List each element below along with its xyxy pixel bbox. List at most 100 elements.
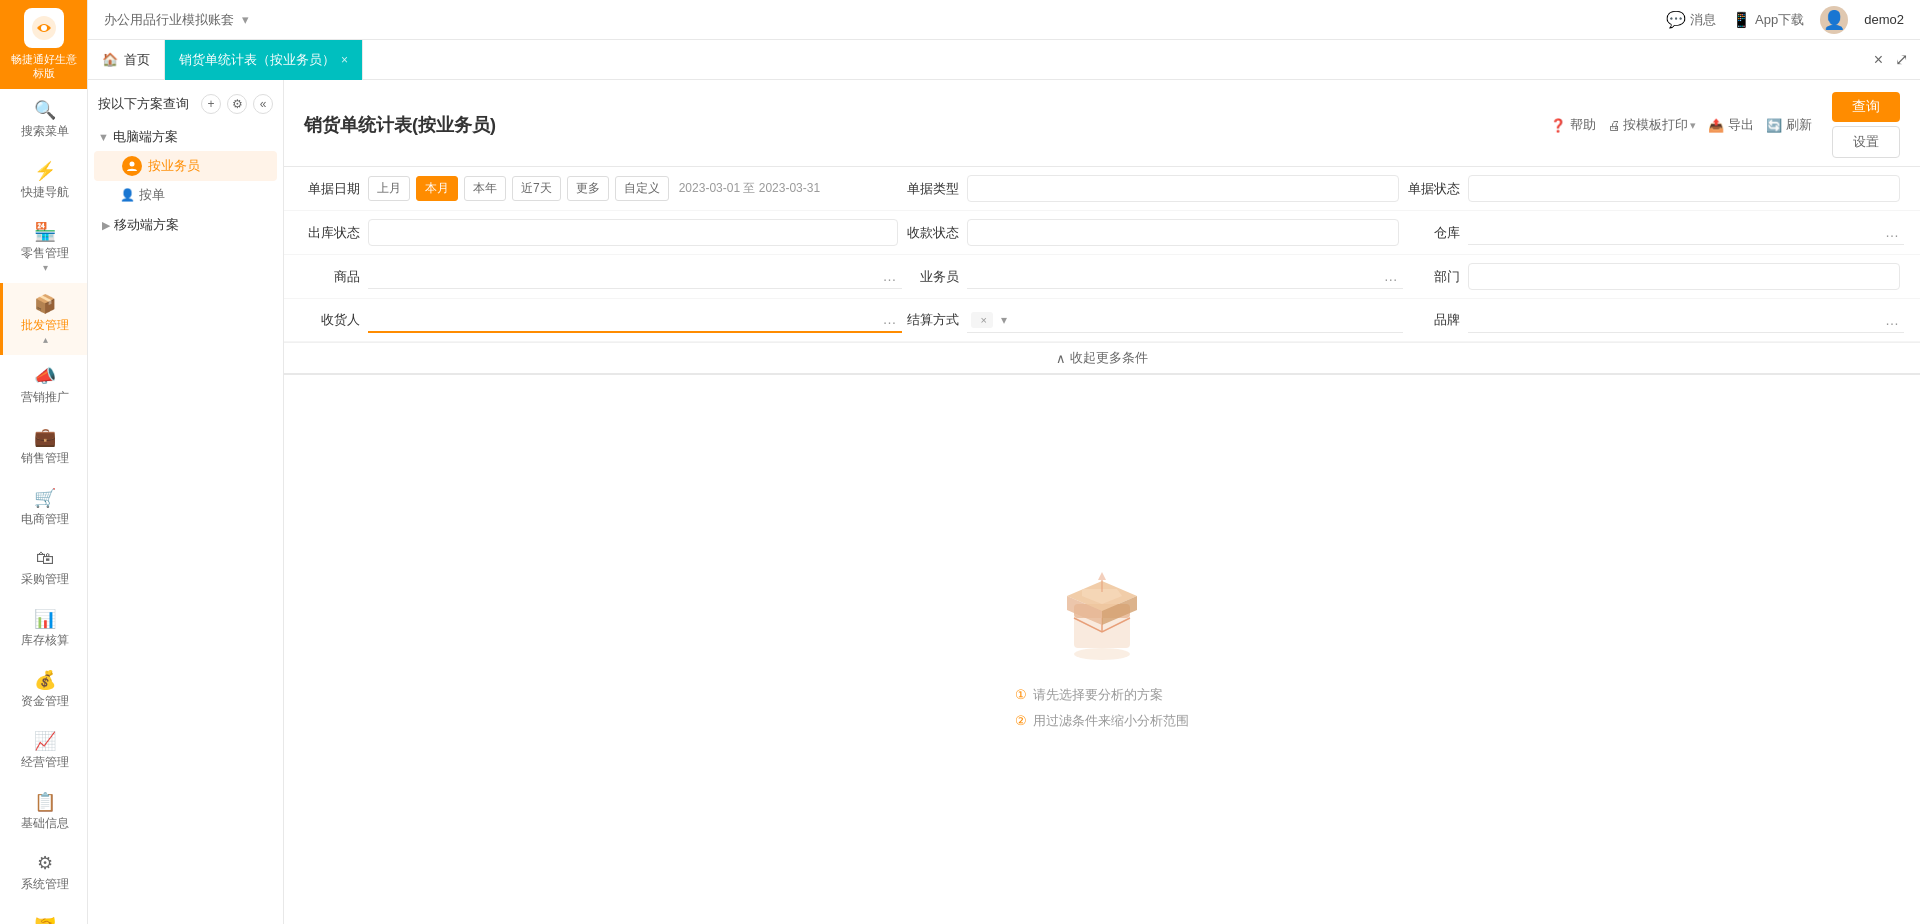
add-scheme-btn[interactable]: + [201, 94, 221, 114]
app-download-icon: 📱 [1732, 11, 1751, 29]
last-month-btn[interactable]: 上月 [368, 176, 410, 201]
pc-scheme-group-header[interactable]: ▼ 电脑端方案 [88, 124, 283, 150]
doc-type-select[interactable] [967, 175, 1399, 202]
sidebar-logo[interactable]: 畅捷通好生意标版 [0, 0, 87, 89]
sidebar-item-wholesale[interactable]: 📦 批发管理 ▴ [0, 283, 87, 355]
doc-type-cell: 单据类型 [902, 175, 1403, 202]
home-icon: 🏠 [102, 52, 118, 67]
avatar[interactable]: 👤 [1820, 6, 1848, 34]
settlement-chevron-icon[interactable]: ▾ [1001, 313, 1007, 327]
tab-close-all-btn[interactable]: × [1870, 47, 1887, 73]
pc-scheme-group: ▼ 电脑端方案 按业务员 👤 按单 [88, 122, 283, 210]
sidebar-item-shortcut[interactable]: ⚡ 快捷导航 [0, 150, 87, 211]
sidebar-item-finance[interactable]: 💰 资金管理 [0, 659, 87, 720]
settings-button[interactable]: 设置 [1832, 126, 1900, 158]
sidebar-item-search[interactable]: 🔍 搜索菜单 [0, 89, 87, 150]
filter-row-1: 单据日期 上月 本月 本年 近7天 更多 自定义 2023-03-01 至 20… [284, 167, 1920, 211]
sidebar-item-system[interactable]: ⚙ 系统管理 [0, 842, 87, 903]
sidebar-item-basic[interactable]: 📋 基础信息 [0, 781, 87, 842]
out-status-select-wrapper [368, 219, 898, 246]
sidebar-item-purchase[interactable]: 🛍 采购管理 [0, 538, 87, 598]
salesman-input-area[interactable]: … [967, 264, 1403, 289]
goods-input-area[interactable]: … [368, 264, 902, 289]
this-month-btn[interactable]: 本月 [416, 176, 458, 201]
tip1-num: ① [1015, 682, 1027, 708]
mobile-group: ▶ 移动端方案 [88, 210, 283, 240]
empty-icon [1052, 566, 1152, 666]
sidebar-item-operation[interactable]: 📈 经营管理 [0, 720, 87, 781]
out-status-select[interactable] [368, 219, 898, 246]
sidebar-item-system-label: 系统管理 [21, 876, 69, 893]
sidebar-item-ecommerce[interactable]: 🛒 电商管理 [0, 477, 87, 538]
retail-icon: 🏪 [34, 221, 56, 243]
pc-group-name: 电脑端方案 [113, 128, 178, 146]
mobile-group-header[interactable]: ▶ 移动端方案 [88, 212, 283, 238]
brand-input-area[interactable]: … [1468, 308, 1904, 333]
collapse-panel-btn[interactable]: « [253, 94, 273, 114]
query-button[interactable]: 查询 [1832, 92, 1900, 122]
scheme-item-salesman[interactable]: 按业务员 [94, 151, 277, 181]
tab-home[interactable]: 🏠 首页 [88, 40, 165, 80]
message-label: 消息 [1690, 11, 1716, 29]
goods-cell: 商品 … [300, 264, 902, 289]
empty-state: ① 请先选择要分析的方案 ② 用过滤条件来缩小分析范围 [284, 375, 1920, 924]
receiver-input-area[interactable]: … [368, 307, 902, 333]
dept-select[interactable] [1468, 263, 1900, 290]
doc-status-cell: 单据状态 [1403, 175, 1904, 202]
this-year-btn[interactable]: 本年 [464, 176, 506, 201]
sidebar-item-enterprise[interactable]: 🤝 企业协同 [0, 903, 87, 924]
app-download-label: App下载 [1755, 11, 1804, 29]
brand-dots-btn[interactable]: … [1885, 312, 1900, 328]
sidebar-item-retail[interactable]: 🏪 零售管理 ▾ [0, 211, 87, 283]
app-download-btn[interactable]: 📱 App下载 [1732, 11, 1804, 29]
last7days-btn[interactable]: 近7天 [512, 176, 561, 201]
more-date-btn[interactable]: 更多 [567, 176, 609, 201]
warehouse-dots-btn[interactable]: … [1885, 224, 1900, 240]
page-header: 销货单统计表(按业务员) ❓ 帮助 🖨 按模板打印 ▾ 📤 [284, 80, 1920, 167]
warehouse-label: 仓库 [1403, 224, 1468, 242]
warehouse-input-area[interactable]: … [1468, 220, 1904, 245]
sidebar: 畅捷通好生意标版 🔍 搜索菜单 ⚡ 快捷导航 🏪 零售管理 ▾ 📦 批发管理 ▴… [0, 0, 88, 924]
sales-icon: 💼 [34, 426, 56, 448]
message-btn[interactable]: 💬 消息 [1666, 10, 1716, 29]
svg-point-3 [1074, 648, 1130, 660]
help-btn[interactable]: ❓ 帮助 [1550, 116, 1596, 134]
tab-home-label: 首页 [124, 51, 150, 69]
logo-icon [24, 8, 64, 48]
settings-scheme-btn[interactable]: ⚙ [227, 94, 247, 114]
salesman-dots-btn[interactable]: … [1384, 268, 1399, 284]
export-btn[interactable]: 📤 导出 [1708, 116, 1754, 134]
doc-status-select[interactable] [1468, 175, 1900, 202]
date-range: 2023-03-01 至 2023-03-31 [679, 180, 820, 197]
out-status-cell: 出库状态 [300, 219, 902, 246]
pay-status-select[interactable] [967, 219, 1399, 246]
tab-sales-stat[interactable]: 销货单统计表（按业务员） × [165, 40, 363, 80]
sidebar-item-inventory[interactable]: 📊 库存核算 [0, 598, 87, 659]
left-panel-actions: + ⚙ « [201, 94, 273, 114]
operation-icon: 📈 [34, 730, 56, 752]
sidebar-item-marketing[interactable]: 📣 营销推广 [0, 355, 87, 416]
goods-dots-btn[interactable]: … [883, 268, 898, 284]
receiver-dots-btn[interactable]: … [883, 311, 898, 327]
refresh-btn[interactable]: 🔄 刷新 [1766, 116, 1812, 134]
collapse-row[interactable]: ∧ 收起更多条件 [284, 342, 1920, 374]
scheme-sub-item[interactable]: 👤 按单 [88, 182, 283, 208]
export-icon: 📤 [1708, 118, 1724, 133]
workspace-arrow-icon[interactable]: ▾ [242, 12, 249, 27]
out-status-label: 出库状态 [300, 224, 368, 242]
basic-icon: 📋 [34, 791, 56, 813]
sidebar-item-sales[interactable]: 💼 销售管理 [0, 416, 87, 477]
tip1-text: 请先选择要分析的方案 [1033, 682, 1163, 708]
refresh-icon: 🔄 [1766, 118, 1782, 133]
filter-section: 单据日期 上月 本月 本年 近7天 更多 自定义 2023-03-01 至 20… [284, 167, 1920, 375]
template-print-btn[interactable]: 🖨 按模板打印 ▾ [1608, 116, 1696, 134]
doc-type-select-wrapper [967, 175, 1399, 202]
custom-date-btn[interactable]: 自定义 [615, 176, 669, 201]
sidebar-nav: 🔍 搜索菜单 ⚡ 快捷导航 🏪 零售管理 ▾ 📦 批发管理 ▴ 📣 营销推广 💼… [0, 89, 87, 924]
tab-close-icon[interactable]: × [341, 53, 348, 67]
warehouse-cell: 仓库 … [1403, 220, 1904, 245]
tab-fullscreen-btn[interactable]: ⤢ [1891, 46, 1912, 73]
settlement-tag-close-btn[interactable]: × [981, 314, 987, 326]
sidebar-item-shortcut-label: 快捷导航 [21, 184, 69, 201]
search-icon: 🔍 [34, 99, 56, 121]
